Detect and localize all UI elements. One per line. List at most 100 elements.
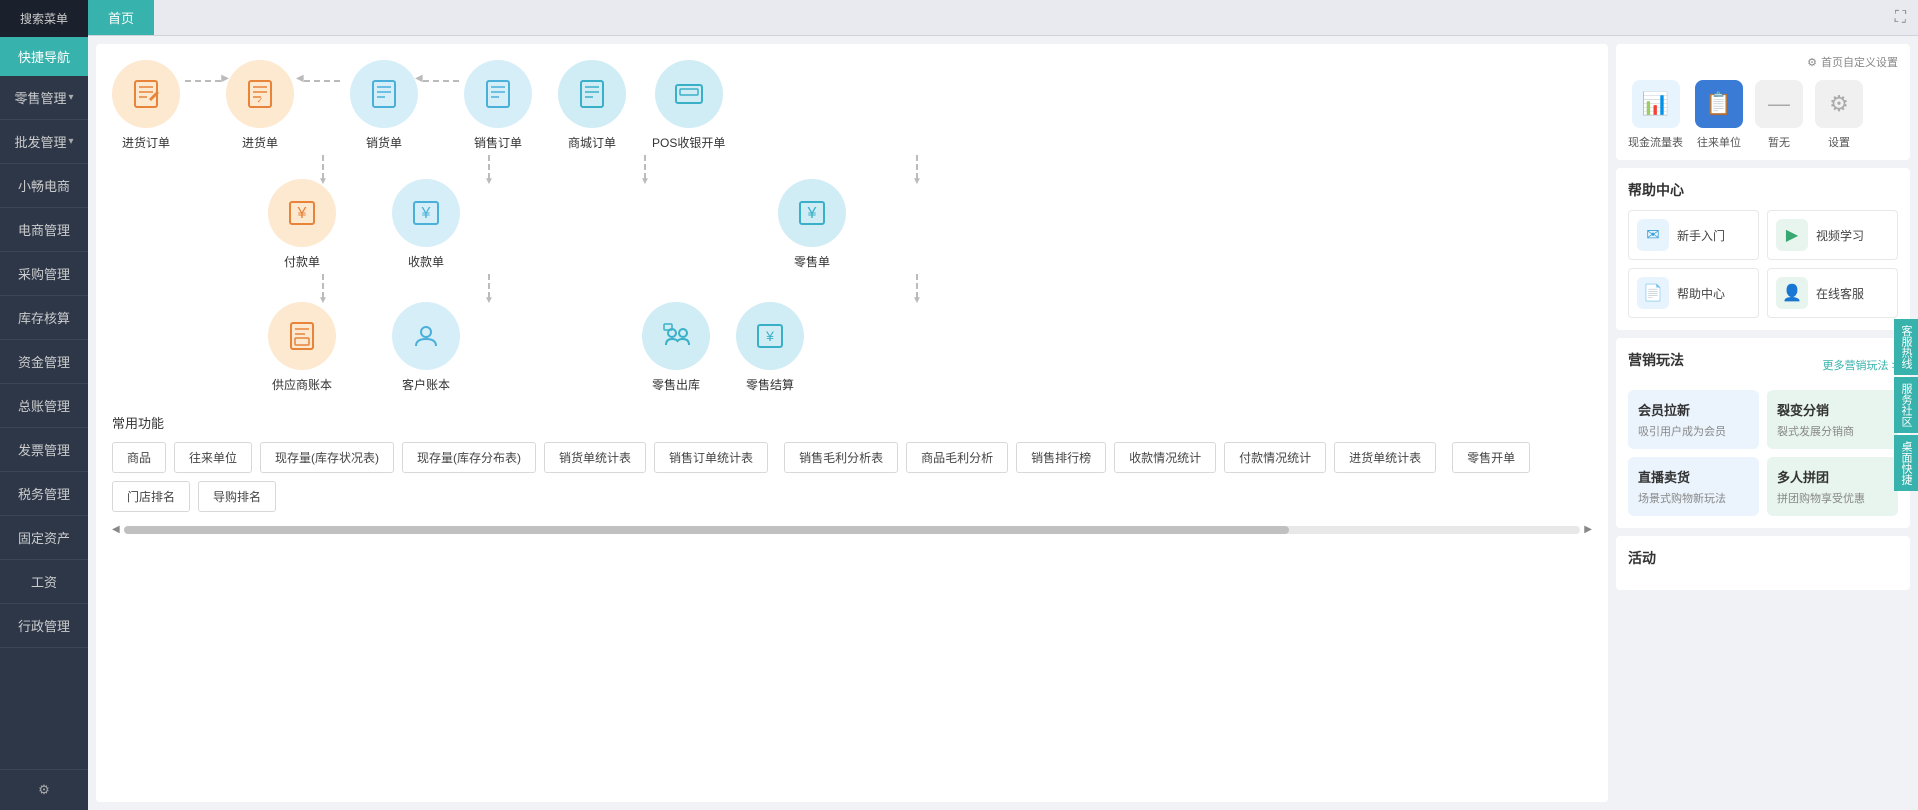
scroll-left-icon[interactable]: ◀ [112,524,120,535]
arrow-sales-bill-down [488,155,490,179]
quick-icon-2[interactable]: — 暂无 [1755,80,1803,150]
func-btn-12[interactable]: 零售开单 [1452,442,1530,473]
flow-node-sales-bill: 销货单 [350,60,418,151]
receipt-icon[interactable]: ¥ [392,179,460,247]
sidebar-gear-icon[interactable]: ⚙ [0,769,88,810]
marketing-header: 营销玩法 更多营销玩法 > [1628,350,1898,380]
help-item-beginner[interactable]: ✉ 新手入门 [1628,210,1759,260]
marketing-more-link[interactable]: 更多营销玩法 > [1823,357,1898,373]
flow-node-mall-order: 商城订单 [558,60,626,151]
sidebar-item-tax[interactable]: 税务管理 [0,472,88,516]
sidebar-item-retail[interactable]: 零售管理 ▾ [0,76,88,120]
svg-text:¥: ¥ [807,205,817,222]
sidebar-item-invoice[interactable]: 发票管理 [0,428,88,472]
flow-node-pos: POS收银开单 [652,60,725,151]
help-service-icon: 👤 [1776,277,1808,309]
payment-icon[interactable]: ¥ [268,179,336,247]
purchase-bill-icon[interactable]: ✓ [226,60,294,128]
purchase-order-icon[interactable] [112,60,180,128]
sidebar-item-admin[interactable]: 行政管理 [0,604,88,648]
sidebar-item-wholesale[interactable]: 批发管理 ▾ [0,120,88,164]
customer-book-icon[interactable] [392,302,460,370]
sales-order-icon[interactable] [464,60,532,128]
float-service-btn[interactable]: 客服热线 [1894,319,1918,375]
help-grid: ✉ 新手入门 ▶ 视频学习 📄 帮助中心 👤 在线客服 [1628,210,1898,318]
help-item-video[interactable]: ▶ 视频学习 [1767,210,1898,260]
marketing-fission[interactable]: 裂变分销 裂式发展分销商 [1767,390,1898,449]
func-btn-8[interactable]: 销售排行榜 [1016,442,1106,473]
help-item-help[interactable]: 📄 帮助中心 [1628,268,1759,318]
scroll-thumb [124,526,1289,534]
mall-order-icon[interactable] [558,60,626,128]
func-btn-9[interactable]: 收款情况统计 [1114,442,1216,473]
chevron-down-icon: ▾ [68,136,73,147]
func-btn-6[interactable]: 销售毛利分析表 [784,442,898,473]
func-btn-13[interactable]: 门店排名 [112,481,190,512]
quick-icon-box-1: 📋 [1695,80,1743,128]
sidebar-item-fixed-assets[interactable]: 固定资产 [0,516,88,560]
func-btn-7[interactable]: 商品毛利分析 [906,442,1008,473]
supplier-book-icon[interactable] [268,302,336,370]
flow-node-retail-settle: ¥ 零售结算 [736,302,804,393]
quick-icon-3[interactable]: ⚙ 设置 [1815,80,1863,150]
fullscreen-icon[interactable]: ⛶ [1883,9,1918,27]
flow-arrows-down-1 [112,155,1592,179]
retail-out-icon[interactable] [642,302,710,370]
quick-icon-box-2: — [1755,80,1803,128]
pos-icon[interactable] [655,60,723,128]
tab-home[interactable]: 首页 [88,0,154,35]
flow-node-purchase-order: 进货订单 [112,60,180,151]
common-functions: 常用功能 商品往来单位现存量(库存状况表)现存量(库存分布表)销货单统计表销售订… [112,413,1592,539]
sidebar-quicknav[interactable]: 快捷导航 [0,37,88,76]
customer-book-label: 客户账本 [402,376,450,393]
func-btn-2[interactable]: 现存量(库存状况表) [260,442,394,473]
quick-icon-1[interactable]: 📋 往来单位 [1695,80,1743,150]
sidebar-item-salary[interactable]: 工资 [0,560,88,604]
sidebar-search[interactable]: 搜索菜单 [0,0,88,37]
float-community-btn[interactable]: 服务社区 [1894,377,1918,433]
quick-icon-label-1: 往来单位 [1697,134,1741,150]
func-btn-3[interactable]: 现存量(库存分布表) [402,442,536,473]
customize-settings[interactable]: ⚙ 首页自定义设置 [1628,54,1898,70]
help-section: 帮助中心 ✉ 新手入门 ▶ 视频学习 📄 帮助中心 👤 [1616,168,1910,330]
func-btn-4[interactable]: 销货单统计表 [544,442,646,473]
retail-settle-icon[interactable]: ¥ [736,302,804,370]
marketing-live[interactable]: 直播卖货 场景式购物新玩法 [1628,457,1759,516]
marketing-section: 营销玩法 更多营销玩法 > 会员拉新 吸引用户成为会员 裂变分销 裂式发展分销商… [1616,338,1910,528]
func-btn-1[interactable]: 往来单位 [174,442,252,473]
sidebar-item-inventory[interactable]: 库存核算 [0,296,88,340]
sidebar-item-ecom-small[interactable]: 小畅电商 [0,164,88,208]
retail-icon[interactable]: ¥ [778,179,846,247]
purchase-bill-label: 进货单 [242,134,278,151]
flow-node-customer-book: 客户账本 [392,302,460,393]
func-btn-11[interactable]: 进货单统计表 [1334,442,1436,473]
svg-text:¥: ¥ [297,205,307,222]
quick-icon-label-0: 现金流量表 [1628,134,1683,150]
scroll-right-icon[interactable]: ▶ [1584,524,1592,535]
func-btn-0[interactable]: 商品 [112,442,166,473]
func-btn-14[interactable]: 导购排名 [198,481,276,512]
sidebar-item-purchase[interactable]: 采购管理 [0,252,88,296]
float-desktop-btn[interactable]: 桌面快捷 [1894,435,1918,491]
scroll-track[interactable] [124,526,1581,534]
help-item-service[interactable]: 👤 在线客服 [1767,268,1898,318]
func-btn-10[interactable]: 付款情况统计 [1224,442,1326,473]
marketing-member[interactable]: 会员拉新 吸引用户成为会员 [1628,390,1759,449]
marketing-group[interactable]: 多人拼团 拼团购物享受优惠 [1767,457,1898,516]
tab-bar: 首页 ⛶ [88,0,1918,36]
arrow-purchase-bill-down [322,155,324,179]
quick-icon-0[interactable]: 📊 现金流量表 [1628,80,1683,150]
flow-row-2: ¥ 付款单 ¥ 收款单 [112,179,1592,270]
marketing-title: 营销玩法 [1628,350,1684,370]
sidebar-item-finance[interactable]: 资金管理 [0,340,88,384]
sales-bill-icon[interactable] [350,60,418,128]
sidebar-item-ledger[interactable]: 总账管理 [0,384,88,428]
supplier-book-label: 供应商账本 [272,376,332,393]
flow-node-purchase-bill: ✓ 进货单 [226,60,294,151]
sidebar-item-ecom-mgmt[interactable]: 电商管理 [0,208,88,252]
payment-label: 付款单 [284,253,320,270]
func-btn-5[interactable]: 销售订单统计表 [654,442,768,473]
flow-node-retail-out: 零售出库 [642,302,710,393]
scrollbar[interactable]: ◀ ▶ [112,520,1592,539]
help-title: 帮助中心 [1628,180,1898,200]
